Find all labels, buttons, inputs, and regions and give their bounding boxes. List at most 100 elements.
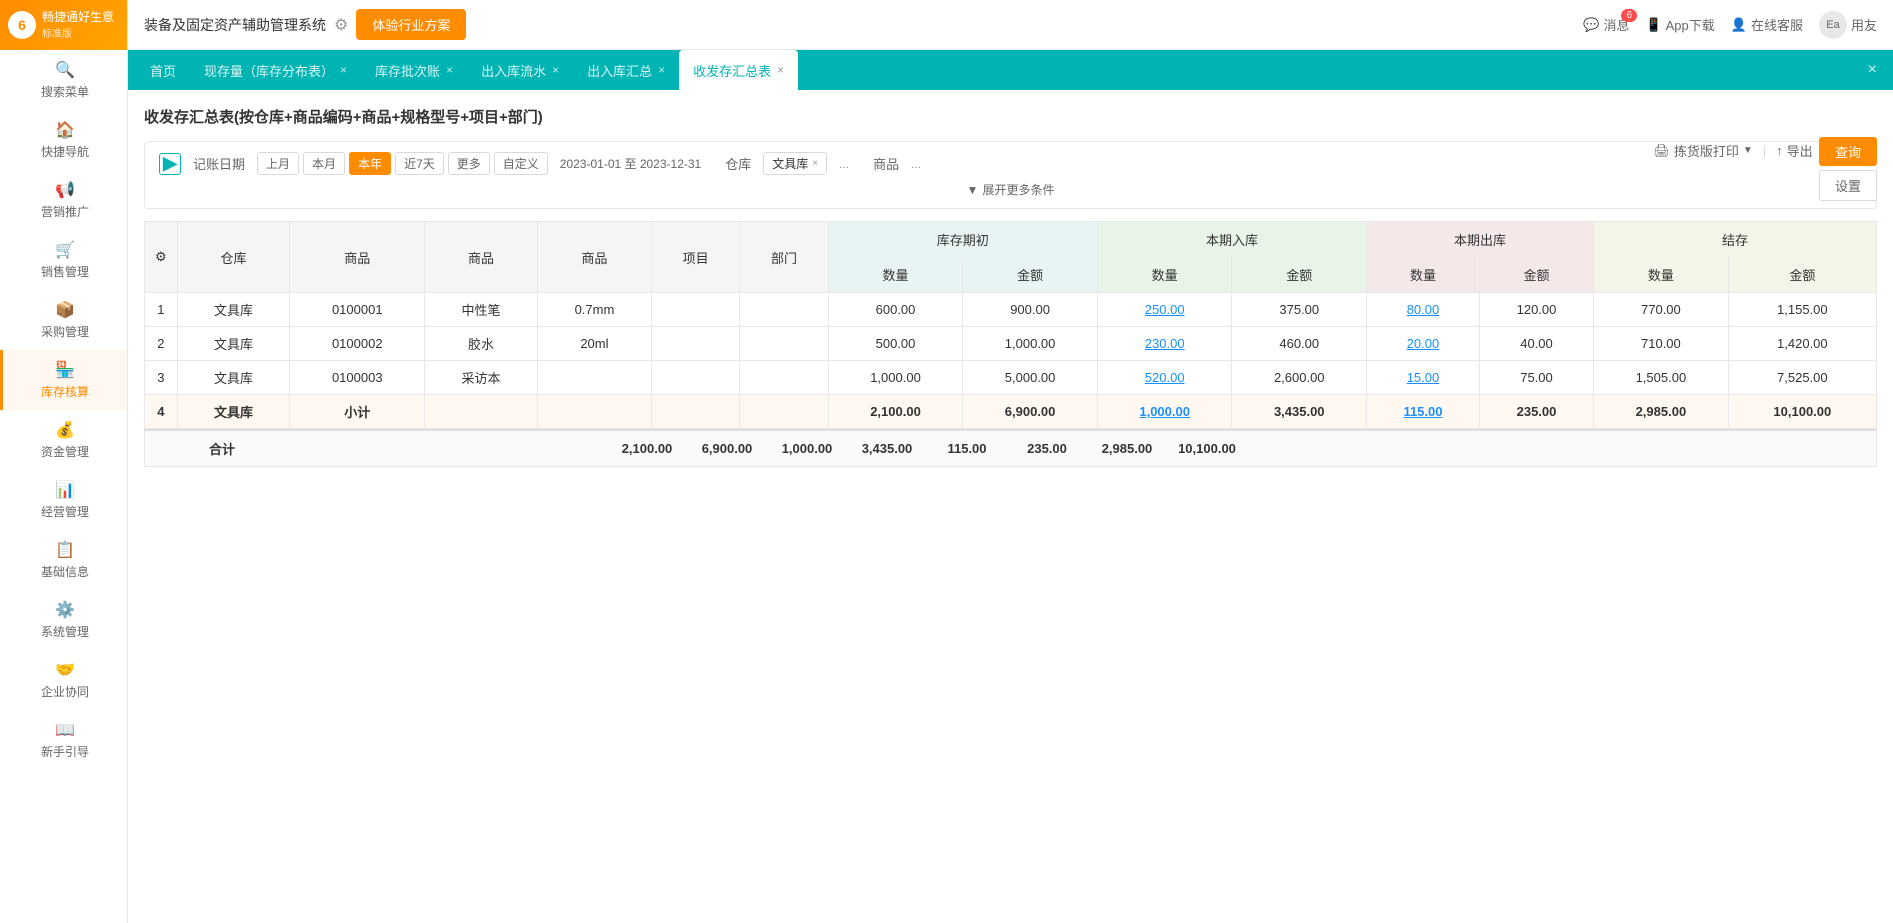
tabbar-close-icon[interactable]: × [1860, 61, 1885, 79]
tab-inout-flow[interactable]: 出入库流水 × [467, 50, 573, 90]
expand-more-btn[interactable]: ▼ 展开更多条件 [159, 175, 1862, 198]
online-service-btn[interactable]: 👤 在线客服 [1731, 15, 1803, 34]
period-buttons: 上月 本月 本年 近7天 更多 自定义 [257, 152, 548, 175]
topbar: 装备及固定资产辅助管理系统 ⚙ 体验行业方案 💬 消息 6 📱 App下载 👤 … [128, 0, 1893, 50]
row-goods-name: 胶水 [425, 327, 538, 361]
group-in-header: 本期入库 [1097, 222, 1366, 258]
sidebar-item-collab[interactable]: 🤝企业协同 [0, 650, 127, 710]
message-btn[interactable]: 💬 消息 6 [1583, 15, 1629, 34]
tab-inout-flow-close[interactable]: × [552, 63, 559, 77]
tab-recv-send-label: 收发存汇总表 [693, 61, 771, 80]
period-7days[interactable]: 近7天 [395, 152, 444, 175]
out-qty-cell[interactable]: 15.00 [1367, 361, 1480, 395]
tab-stock-dist-close[interactable]: × [340, 63, 347, 77]
row-no: 3 [145, 361, 178, 395]
row-goods-code: 0100001 [290, 293, 425, 327]
operations-icon: 📊 [55, 480, 75, 500]
bal-amt-cell: 1,155.00 [1728, 293, 1876, 327]
user-profile-btn[interactable]: Ea 用友 [1819, 11, 1877, 39]
sidebar-item-operations[interactable]: 📊经营管理 [0, 470, 127, 530]
period-this-month[interactable]: 本月 [303, 152, 345, 175]
col-goods-spec-header: 商品 [537, 222, 651, 293]
col-settings-header[interactable]: ⚙ [145, 222, 178, 293]
sidebar-item-label: 采购管理 [41, 323, 89, 340]
row-warehouse: 文具库 [177, 293, 290, 327]
sidebar-item-quick[interactable]: 🏠 快捷导航 [0, 110, 127, 170]
settings-icon[interactable]: ⚙ [334, 15, 348, 35]
row-warehouse: 文具库 [177, 327, 290, 361]
marketing-icon: 📢 [55, 180, 75, 200]
row-goods-code: 0100002 [290, 327, 425, 361]
bal-qty-cell: 710.00 [1594, 327, 1729, 361]
out-qty-cell[interactable]: 80.00 [1367, 293, 1480, 327]
sidebar-item-search[interactable]: 🔍搜索菜单 [0, 50, 127, 110]
tab-batch-ledger-close[interactable]: × [446, 63, 453, 77]
tab-inout-flow-label: 出入库流水 [481, 61, 546, 80]
collab-icon: 🤝 [55, 660, 75, 680]
sidebar-item-inventory[interactable]: 🏪库存核算 [0, 350, 127, 410]
sidebar-item-basic[interactable]: 📋基础信息 [0, 530, 127, 590]
in-qty-cell[interactable]: 250.00 [1097, 293, 1232, 327]
col-project-header: 项目 [652, 222, 740, 293]
in-qty-cell[interactable]: 1,000.00 [1097, 395, 1232, 429]
warehouse-tag-close[interactable]: × [812, 158, 818, 169]
warehouse-tag: 文具库 × [763, 152, 827, 175]
sidebar-item-finance[interactable]: 💰资金管理 [0, 410, 127, 470]
footer-in-amt: 3,435.00 [847, 441, 927, 456]
app-download-btn[interactable]: 📱 App下载 [1645, 15, 1714, 34]
in-qty-cell[interactable]: 230.00 [1097, 327, 1232, 361]
col-dept-header: 部门 [740, 222, 828, 293]
print-btn[interactable]: 🖨 拣货版打印 ▼ [1653, 141, 1752, 160]
export-btn[interactable]: ↑ 导出 [1776, 141, 1813, 160]
period-custom[interactable]: 自定义 [494, 152, 548, 175]
tabbar: 首页 现存量（库存分布表） × 库存批次账 × 出入库流水 × 出入库汇总 × … [128, 50, 1893, 90]
row-goods-spec: 20ml [537, 327, 651, 361]
out-amt-header: 金额 [1479, 257, 1593, 293]
bal-amt-cell: 7,525.00 [1728, 361, 1876, 395]
system-icon: ⚙️ [55, 600, 75, 620]
sidebar-item-marketing[interactable]: 📢营销推广 [0, 170, 127, 230]
user-label: 用友 [1851, 15, 1877, 34]
footer-bal-amt: 10,100.00 [1167, 441, 1247, 456]
warehouse-more-btn[interactable]: ... [839, 157, 849, 171]
in-amt-cell: 3,435.00 [1232, 395, 1367, 429]
row-warehouse: 文具库 [177, 395, 290, 429]
in-amt-cell: 460.00 [1232, 327, 1367, 361]
export-label: 导出 [1787, 141, 1813, 160]
tab-inout-summary[interactable]: 出入库汇总 × [573, 50, 679, 90]
sidebar-item-system[interactable]: ⚙️系统管理 [0, 590, 127, 650]
tab-stock-dist[interactable]: 现存量（库存分布表） × [190, 50, 361, 90]
sidebar-item-guide[interactable]: 📖新手引导 [0, 710, 127, 770]
tab-recv-send-close[interactable]: × [777, 63, 784, 77]
settings-button[interactable]: 设置 [1819, 170, 1877, 201]
sidebar-item-label: 快捷导航 [41, 143, 89, 160]
topbar-right: 💬 消息 6 📱 App下载 👤 在线客服 Ea 用友 [1583, 11, 1877, 39]
tab-home[interactable]: 首页 [136, 50, 190, 90]
out-qty-cell[interactable]: 20.00 [1367, 327, 1480, 361]
query-button[interactable]: 查询 [1819, 137, 1877, 166]
sidebar-item-purchase[interactable]: 📦采购管理 [0, 290, 127, 350]
period-last-month[interactable]: 上月 [257, 152, 299, 175]
sidebar-item-sales[interactable]: 🛒销售管理 [0, 230, 127, 290]
goods-more-btn[interactable]: ... [911, 157, 921, 171]
sidebar-item-label: 资金管理 [41, 443, 89, 460]
period-more[interactable]: 更多 [448, 152, 490, 175]
filter-toggle-btn[interactable]: ▶ [159, 153, 181, 175]
search-icon: 🔍 [55, 60, 75, 80]
expand-icon: ▼ [967, 183, 979, 197]
tab-recv-send[interactable]: 收发存汇总表 × [679, 50, 798, 90]
open-amt-cell: 5,000.00 [963, 361, 1098, 395]
open-amt-cell: 1,000.00 [963, 327, 1098, 361]
period-this-year[interactable]: 本年 [349, 152, 391, 175]
quick-icon: 🏠 [55, 120, 75, 140]
tab-batch-ledger[interactable]: 库存批次账 × [361, 50, 467, 90]
group-balance-header: 结存 [1594, 222, 1877, 258]
tab-inout-summary-close[interactable]: × [658, 63, 665, 77]
out-qty-cell[interactable]: 115.00 [1367, 395, 1480, 429]
message-badge: 6 [1621, 9, 1637, 22]
expand-label: 展开更多条件 [982, 181, 1054, 198]
row-dept [740, 327, 828, 361]
in-qty-cell[interactable]: 520.00 [1097, 361, 1232, 395]
footer-bal-qty: 2,985.00 [1087, 441, 1167, 456]
trial-button[interactable]: 体验行业方案 [356, 9, 466, 40]
